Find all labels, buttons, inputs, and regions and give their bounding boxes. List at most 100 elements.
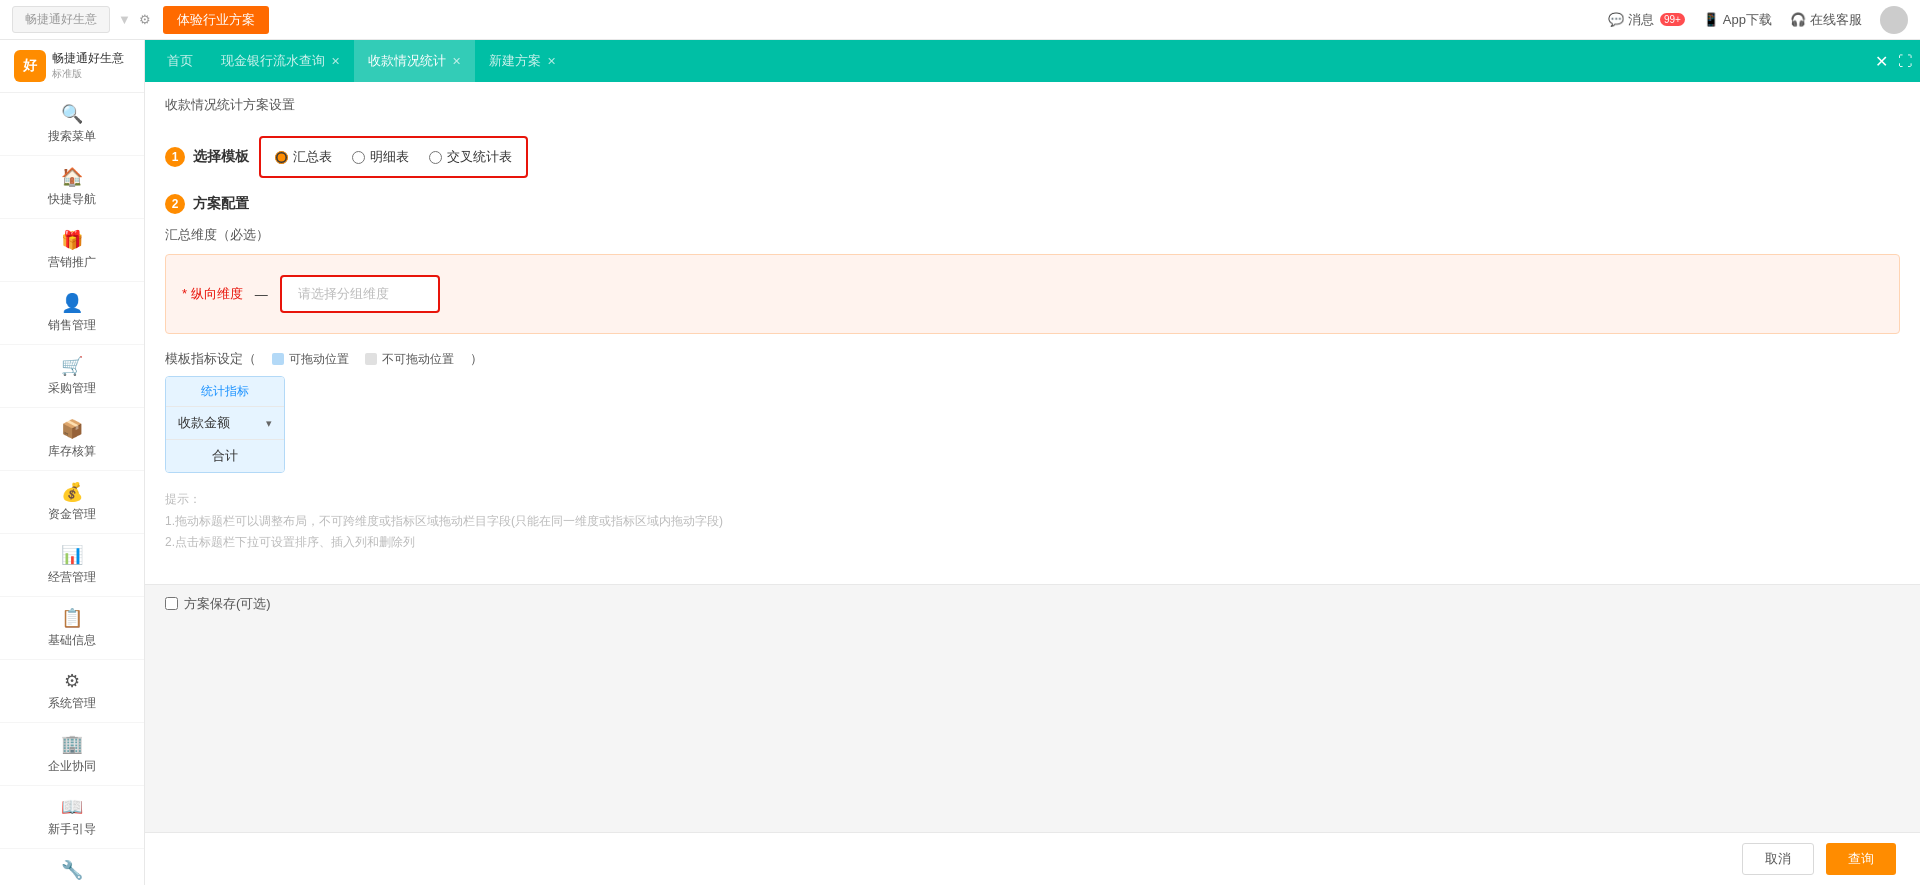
sidebar-item-enterprise[interactable]: 🏢 企业协同 [0,723,144,786]
dimension-arrow: — [255,287,268,302]
radio-cross-input[interactable] [429,151,442,164]
radio-detail-input[interactable] [352,151,365,164]
tips-section: 提示： 1.拖动标题栏可以调整布局，不可跨维度或指标区域拖动栏目字段(只能在同一… [165,489,1900,554]
sidebar-item-label: 企业协同 [48,758,96,775]
tab-new-plan-label: 新建方案 [489,52,541,70]
logo-text: 畅捷通好生意 [52,51,124,67]
maximize-icon[interactable]: ⛶ [1898,53,1912,69]
cancel-button[interactable]: 取消 [1742,843,1814,875]
breadcrumb-arrow: ▼ [118,12,131,27]
search-icon: 🔍 [61,103,83,125]
sidebar-item-base-info[interactable]: 📋 基础信息 [0,597,144,660]
sidebar-item-label: 销售管理 [48,317,96,334]
book-icon: 📖 [61,796,83,818]
step2-title: 方案配置 [193,195,249,213]
home-icon: 🏠 [61,166,83,188]
dimension-row: * 纵向维度 — 请选择分组维度 [182,275,1883,313]
step1-block: 1 选择模板 汇总表 明细表 [165,136,1900,178]
close-window-icon[interactable]: ✕ [1875,52,1888,71]
radio-summary-input[interactable] [275,151,288,164]
sidebar: 好 畅捷通好生意 标准版 🔍 搜索菜单 🏠 快捷导航 🎁 营销推广 👤 销售管理… [0,40,145,885]
dimension-box: * 纵向维度 — 请选择分组维度 [165,254,1900,334]
tab-home-label: 首页 [167,52,193,70]
metrics-item-amount[interactable]: 收款金额 ▾ [166,406,284,439]
trial-button[interactable]: 体验行业方案 [163,6,269,34]
top-header: 畅捷通好生意 ▼ ⚙ 体验行业方案 💬 消息 99+ 📱 App下载 🎧 在线客… [0,0,1920,40]
sidebar-logo: 好 畅捷通好生意 标准版 [0,40,144,93]
sidebar-item-sales[interactable]: 👤 销售管理 [0,282,144,345]
save-label: 方案保存(可选) [184,595,271,613]
dimension-select[interactable]: 请选择分组维度 [280,275,440,313]
draggable-indicator [272,353,284,365]
sidebar-item-smart-hw[interactable]: 🔧 智能硬件 [0,849,144,885]
tab-bank-flow-close[interactable]: ✕ [331,55,340,68]
chart-icon: 📊 [61,544,83,566]
header-right: 💬 消息 99+ 📱 App下载 🎧 在线客服 [1608,6,1908,34]
avatar[interactable] [1880,6,1908,34]
sidebar-item-inventory[interactable]: 📦 库存核算 [0,408,144,471]
radio-detail-label: 明细表 [370,148,409,166]
box-icon: 📦 [61,418,83,440]
logo-version: 标准版 [52,67,124,81]
page-footer: 方案保存(可选) [145,584,1920,623]
vertical-label: * 纵向维度 [182,285,243,303]
sidebar-item-system[interactable]: ⚙ 系统管理 [0,660,144,723]
page-title: 收款情况统计方案设置 [165,96,1900,122]
main-content: 首页 现金银行流水查询 ✕ 收款情况统计 ✕ 新建方案 ✕ ✕ ⛶ [145,40,1920,885]
sidebar-item-purchase[interactable]: 🛒 采购管理 [0,345,144,408]
tab-bank-flow[interactable]: 现金银行流水查询 ✕ [207,40,354,82]
app-download-item[interactable]: 📱 App下载 [1703,11,1772,29]
support-item[interactable]: 🎧 在线客服 [1790,11,1862,29]
metrics-total-label: 合计 [212,448,238,463]
metrics-item-total[interactable]: 合计 [166,439,284,472]
query-button[interactable]: 查询 [1826,843,1896,875]
step1-title: 选择模板 [193,148,249,166]
metrics-label: 模板指标设定（ [165,350,256,368]
step1-header: 1 选择模板 汇总表 明细表 [165,136,1900,178]
legend-fixed-label: 不可拖动位置 [382,351,454,368]
sidebar-item-label: 库存核算 [48,443,96,460]
sidebar-item-search[interactable]: 🔍 搜索菜单 [0,93,144,156]
list-icon: 📋 [61,607,83,629]
metrics-header: 模板指标设定（ 可拖动位置 不可拖动位置 ） [165,350,1900,368]
radio-cross[interactable]: 交叉统计表 [429,148,512,166]
metrics-close-paren: ） [470,350,483,368]
notification-badge: 99+ [1660,13,1685,26]
template-options: 汇总表 明细表 交叉统计表 [259,136,528,178]
tab-new-plan[interactable]: 新建方案 ✕ [475,40,570,82]
gift-icon: 🎁 [61,229,83,251]
download-icon: 📱 [1703,12,1719,27]
sidebar-item-operations[interactable]: 📊 经营管理 [0,534,144,597]
radio-cross-label: 交叉统计表 [447,148,512,166]
step2-header: 2 方案配置 [165,194,1900,214]
money-icon: 💰 [61,481,83,503]
radio-summary-label: 汇总表 [293,148,332,166]
tab-bar: 首页 现金银行流水查询 ✕ 收款情况统计 ✕ 新建方案 ✕ ✕ ⛶ [145,40,1920,82]
notification-item[interactable]: 💬 消息 99+ [1608,11,1685,29]
tab-receipt-stat[interactable]: 收款情况统计 ✕ [354,40,475,82]
save-checkbox[interactable] [165,597,178,610]
dimension-title: 汇总维度（必选） [165,226,1900,244]
tip-line-2: 2.点击标题栏下拉可设置排序、插入列和删除列 [165,532,1900,554]
sidebar-item-guide[interactable]: 📖 新手引导 [0,786,144,849]
cart-icon: 🛒 [61,355,83,377]
gear-icon[interactable]: ⚙ [139,12,151,27]
sidebar-item-label: 经营管理 [48,569,96,586]
tab-home[interactable]: 首页 [153,40,207,82]
page-section: 收款情况统计方案设置 1 选择模板 汇总表 [145,82,1920,584]
chevron-down-icon: ▾ [266,417,272,430]
tab-new-plan-close[interactable]: ✕ [547,55,556,68]
sidebar-item-label: 营销推广 [48,254,96,271]
breadcrumb-area: 畅捷通好生意 ▼ ⚙ 体验行业方案 [12,6,1608,34]
tab-receipt-stat-close[interactable]: ✕ [452,55,461,68]
sidebar-item-label: 系统管理 [48,695,96,712]
sidebar-item-label: 资金管理 [48,506,96,523]
sidebar-item-finance[interactable]: 💰 资金管理 [0,471,144,534]
legend-draggable-label: 可拖动位置 [289,351,349,368]
radio-detail[interactable]: 明细表 [352,148,409,166]
sidebar-item-quick-nav[interactable]: 🏠 快捷导航 [0,156,144,219]
save-option[interactable]: 方案保存(可选) [165,595,271,613]
sidebar-item-label: 新手引导 [48,821,96,838]
sidebar-item-marketing[interactable]: 🎁 营销推广 [0,219,144,282]
radio-summary[interactable]: 汇总表 [275,148,332,166]
